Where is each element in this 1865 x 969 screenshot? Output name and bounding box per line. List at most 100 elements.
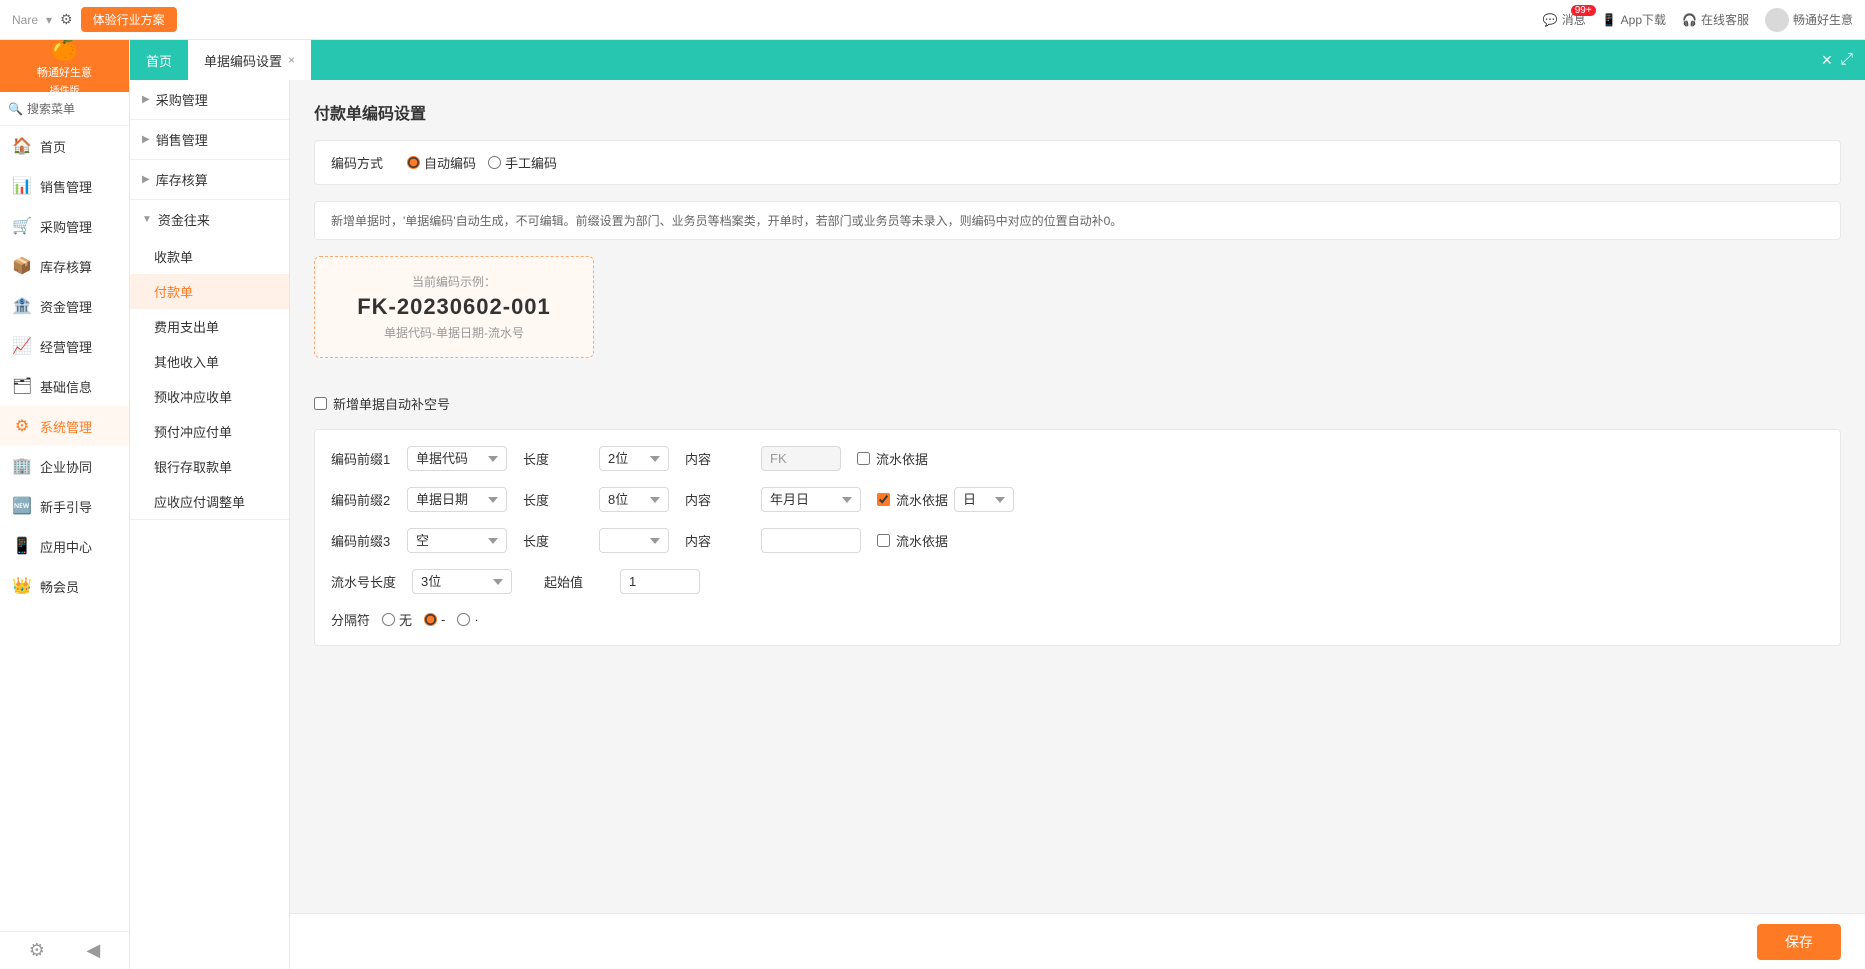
sep-dot-input[interactable] <box>457 613 470 626</box>
sec-nav-item-shoukuan[interactable]: 收款单 <box>130 239 289 274</box>
sidebar-item-system[interactable]: ⚙ 系统管理 <box>0 406 129 446</box>
prefix2-row: 编码前缀2 单据日期 空 长度 8位 6位 内容 <box>331 487 1824 512</box>
sep-dash-input[interactable] <box>424 613 437 626</box>
message-button[interactable]: 💬 消息 99+ <box>1543 11 1586 28</box>
top-bar-right: 💬 消息 99+ 📱 App下载 🎧 在线客服 畅通好生意 <box>1543 8 1853 32</box>
sidebar-item-appstore[interactable]: 📱 应用中心 <box>0 526 129 566</box>
prefix3-length-label: 长度 <box>523 531 583 550</box>
search-icon: 🔍 <box>8 102 23 116</box>
start-value-input[interactable] <box>620 569 700 594</box>
prefix3-cascade-checkbox[interactable] <box>877 534 890 547</box>
finance-icon: 🏦 <box>12 296 32 316</box>
home-icon: 🏠 <box>12 136 32 156</box>
sec-nav-finance-title[interactable]: ▼ 资金往来 <box>130 200 289 239</box>
guide-icon: 🆕 <box>12 496 32 516</box>
sidebar-item-purchase[interactable]: 🛒 采购管理 <box>0 206 129 246</box>
sep-none-radio[interactable]: 无 <box>382 610 412 629</box>
sidebar-item-label: 新手引导 <box>40 497 92 516</box>
sec-nav-group-purchase: ▶ 采购管理 <box>130 80 289 120</box>
search-label: 搜索菜单 <box>27 100 75 117</box>
prefix1-cascade-checkbox[interactable] <box>857 452 870 465</box>
prefix3-length-select[interactable] <box>599 528 669 553</box>
prefix3-content-input[interactable] <box>761 528 861 553</box>
message-icon: 💬 <box>1543 13 1558 27</box>
prefix2-content-select[interactable]: 年月日 年月 年 <box>761 487 861 512</box>
prefix2-cascade-checkbox[interactable] <box>877 493 890 506</box>
serial-length-select[interactable]: 3位 4位 5位 <box>412 569 512 594</box>
sep-none-label: 无 <box>399 610 412 629</box>
chevron-down-icon: ▾ <box>46 13 52 27</box>
sec-nav-item-fukuan[interactable]: 付款单 <box>130 274 289 309</box>
sidebar-item-enterprise[interactable]: 🏢 企业协同 <box>0 446 129 486</box>
tab-active-label: 单据编码设置 <box>204 51 282 70</box>
sep-none-input[interactable] <box>382 613 395 626</box>
sec-nav-purchase-title[interactable]: ▶ 采购管理 <box>130 80 289 119</box>
sidebar-item-sales[interactable]: 📊 销售管理 <box>0 166 129 206</box>
message-badge: 99+ <box>1571 5 1596 16</box>
sec-nav-item-qita[interactable]: 其他收入单 <box>130 344 289 379</box>
gear-icon[interactable]: ⚙ <box>60 11 73 28</box>
online-service-button[interactable]: 🎧 在线客服 <box>1682 11 1749 28</box>
sec-nav-label: 资金往来 <box>158 210 210 229</box>
save-button[interactable]: 保存 <box>1757 924 1841 960</box>
code-preview-label: 当前编码示例： <box>412 273 496 290</box>
auto-code-radio-input[interactable] <box>407 156 420 169</box>
sidebar-item-vip[interactable]: 👑 畅会员 <box>0 566 129 606</box>
sidebar-item-basics[interactable]: 🗂 基础信息 <box>0 366 129 406</box>
sidebar-logo[interactable]: 🍊 畅通好生意 插件版 <box>0 40 129 92</box>
sidebar-item-inventory[interactable]: 📦 库存核算 <box>0 246 129 286</box>
sec-nav-item-yingfu[interactable]: 预付冲应付单 <box>130 414 289 449</box>
prefix2-select[interactable]: 单据日期 空 <box>407 487 507 512</box>
prefix1-select[interactable]: 单据代码 空 <box>407 446 507 471</box>
prefix1-length-select[interactable]: 2位 3位 4位 <box>599 446 669 471</box>
prefix2-length-select[interactable]: 8位 6位 <box>599 487 669 512</box>
sidebar-item-label: 应用中心 <box>40 537 92 556</box>
sidebar-item-finance[interactable]: 🏦 资金管理 <box>0 286 129 326</box>
trial-button[interactable]: 体验行业方案 <box>81 7 177 32</box>
sidebar-item-guide[interactable]: 🆕 新手引导 <box>0 486 129 526</box>
sec-nav-item-yingshou[interactable]: 预收冲应收单 <box>130 379 289 414</box>
tab-document-code[interactable]: 单据编码设置 × <box>188 40 311 80</box>
prefix1-length-label: 长度 <box>523 449 583 468</box>
tab-home-label: 首页 <box>146 51 172 70</box>
logo-icon: 🍊 <box>51 40 78 62</box>
sec-nav-item-feiyong[interactable]: 费用支出单 <box>130 309 289 344</box>
sep-dot-label: · <box>474 612 478 627</box>
prefix2-content-label: 内容 <box>685 490 745 509</box>
fullscreen-icon[interactable]: ⤢ <box>1840 51 1853 69</box>
sidebar-item-label: 销售管理 <box>40 177 92 196</box>
app-download-button[interactable]: 📱 App下载 <box>1602 11 1666 28</box>
tab-home[interactable]: 首页 <box>130 40 188 80</box>
purchase-icon: 🛒 <box>12 216 32 236</box>
tab-close-icon[interactable]: × <box>288 53 295 67</box>
prefix3-select[interactable]: 空 单据代码 单据日期 <box>407 528 507 553</box>
coding-mode-label: 编码方式 <box>331 153 391 172</box>
prefix2-cascade-unit-select[interactable]: 日 月 年 <box>954 487 1014 512</box>
auto-fill-label: 新增单据自动补空号 <box>333 394 450 413</box>
sidebar-item-operations[interactable]: 📈 经营管理 <box>0 326 129 366</box>
sec-nav-item-adjust[interactable]: 应收应付调整单 <box>130 484 289 519</box>
collapse-icon[interactable]: ◀ <box>86 940 100 961</box>
user-info[interactable]: 畅通好生意 <box>1765 8 1853 32</box>
auto-fill-checkbox[interactable] <box>314 397 327 410</box>
prefix2-length-label: 长度 <box>523 490 583 509</box>
settings-footer-icon[interactable]: ⚙ <box>29 940 45 961</box>
serial-length-label: 流水号长度 <box>331 572 396 591</box>
sidebar-search[interactable]: 🔍 搜索菜单 <box>0 92 129 126</box>
manual-code-radio-input[interactable] <box>488 156 501 169</box>
sep-dash-label: - <box>441 612 445 627</box>
prefix1-cascade: 流水依据 <box>857 449 928 468</box>
download-icon: 📱 <box>1602 13 1617 27</box>
auto-code-radio[interactable]: 自动编码 <box>407 153 476 172</box>
prefix1-row: 编码前缀1 单据代码 空 长度 2位 3位 4位 内容 <box>331 446 1824 471</box>
sep-dash-radio[interactable]: - <box>424 612 445 627</box>
sidebar-item-label: 经营管理 <box>40 337 92 356</box>
manual-code-radio[interactable]: 手工编码 <box>488 153 557 172</box>
auto-code-label: 自动编码 <box>424 153 476 172</box>
sec-nav-item-bank[interactable]: 银行存取款单 <box>130 449 289 484</box>
sec-nav-sales-title[interactable]: ▶ 销售管理 <box>130 120 289 159</box>
sec-nav-inventory-title[interactable]: ▶ 库存核算 <box>130 160 289 199</box>
close-window-icon[interactable]: × <box>1822 50 1833 71</box>
sidebar-item-home[interactable]: 🏠 首页 <box>0 126 129 166</box>
sep-dot-radio[interactable]: · <box>457 612 478 627</box>
